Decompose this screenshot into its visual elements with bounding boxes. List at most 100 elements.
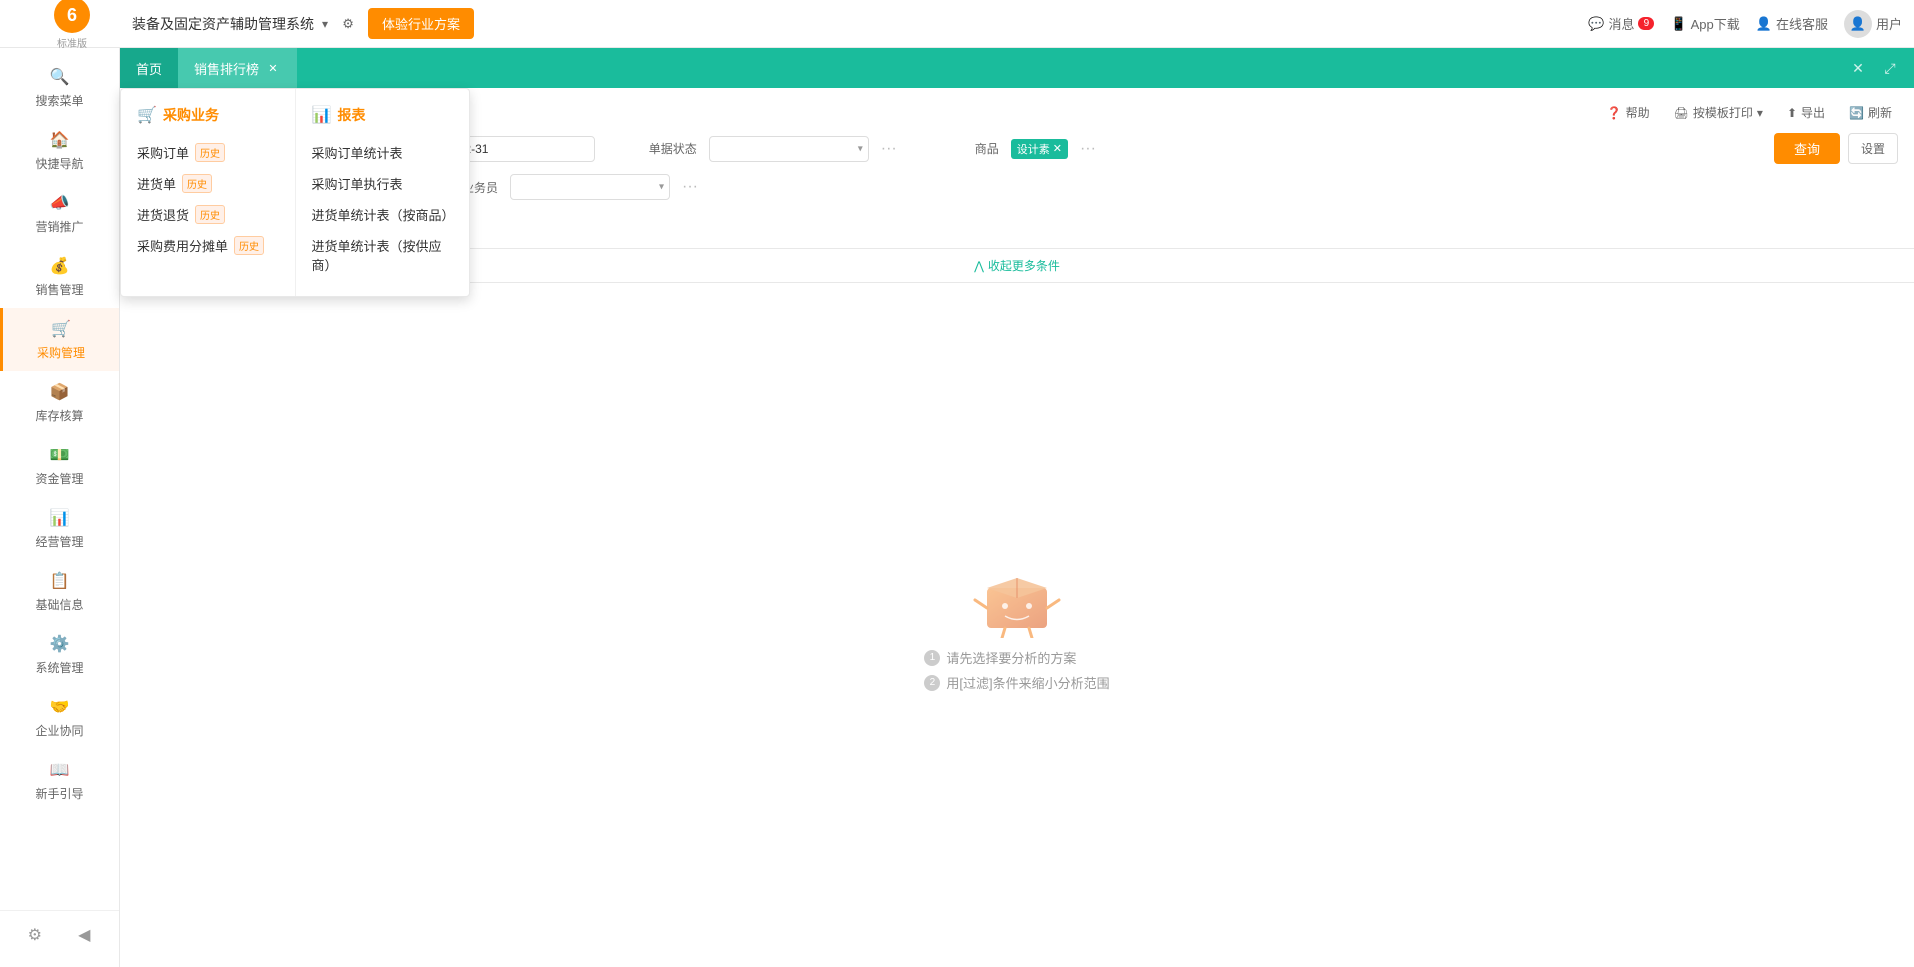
tab-home[interactable]: 首页 — [120, 48, 178, 88]
document-status-dots[interactable]: ··· — [881, 140, 897, 158]
stock-in-label: 进货单 — [137, 174, 176, 193]
empty-hint-2-text: 用[过滤]条件来缩小分析范围 — [946, 673, 1109, 692]
enterprise-icon: 🤝 — [49, 696, 71, 718]
gear-icon[interactable]: ⚙ — [336, 12, 360, 36]
sidebar-item-guide[interactable]: 📖 新手引导 — [0, 749, 119, 812]
system-icon: ⚙️ — [49, 633, 71, 655]
message-icon: 💬 — [1588, 16, 1604, 32]
purchase-order-stats-label: 采购订单统计表 — [312, 143, 403, 162]
messages-btn[interactable]: 💬 消息 9 — [1588, 14, 1654, 33]
online-service-label: 在线客服 — [1776, 14, 1828, 33]
sidebar-item-sales[interactable]: 💰 销售管理 — [0, 245, 119, 308]
goods-tag[interactable]: 设计素 ✕ — [1011, 139, 1068, 159]
history-badge-3: 历史 — [234, 236, 264, 255]
messages-label: 消息 — [1608, 14, 1634, 33]
dropdown-item-purchase-order-exec[interactable]: 采购订单执行表 — [312, 168, 454, 199]
history-badge-0: 历史 — [195, 143, 225, 162]
dropdown-item-purchase-order[interactable]: 采购订单 历史 — [137, 137, 279, 168]
purchase-order-label: 采购订单 — [137, 143, 189, 162]
purchase-header-label: 采购业务 — [163, 105, 219, 125]
collapse-btn[interactable]: ⋀ 收起更多条件 — [974, 257, 1060, 274]
phone-icon: 📱 — [1670, 16, 1686, 32]
logo: 6 标准版 — [12, 0, 132, 50]
sidebar-item-label: 营销推广 — [35, 218, 83, 235]
stock-return-label: 进货退货 — [137, 205, 189, 224]
tab-maximize-btn[interactable]: ⤢ — [1878, 56, 1902, 80]
sidebar-settings-btn[interactable]: ⚙ — [21, 921, 49, 949]
sidebar-item-quick-nav[interactable]: 🏠 快捷导航 — [0, 119, 119, 182]
history-badge-2: 历史 — [195, 205, 225, 224]
sidebar-item-search[interactable]: 🔍 搜索菜单 — [0, 56, 119, 119]
empty-hint: 1 请先选择要分析的方案 2 用[过滤]条件来缩小分析范围 — [924, 648, 1109, 692]
document-status-select[interactable] — [709, 136, 869, 162]
refresh-btn[interactable]: 🔄 刷新 — [1843, 100, 1898, 125]
salesman-dots[interactable]: ··· — [682, 178, 698, 196]
basic-info-icon: 📋 — [49, 570, 71, 592]
sidebar-item-enterprise[interactable]: 🤝 企业协同 — [0, 686, 119, 749]
dropdown-menu: 🛒 采购业务 采购订单 历史 进货单 历史 进货退货 历史 采购费用分摊单 历史… — [120, 88, 470, 297]
salesman-wrap — [510, 174, 670, 200]
dropdown-item-purchase-expense[interactable]: 采购费用分摊单 历史 — [137, 230, 279, 261]
logo-icon: 6 — [54, 0, 90, 33]
home-icon: 🏠 — [49, 129, 71, 151]
action-btns: 查询 设置 — [1774, 133, 1898, 164]
sidebar-item-label: 资金管理 — [35, 470, 83, 487]
sidebar-item-marketing[interactable]: 📣 营销推广 — [0, 182, 119, 245]
goods-dots[interactable]: ··· — [1080, 140, 1096, 158]
empty-hint-2: 2 用[过滤]条件来缩小分析范围 — [924, 673, 1109, 692]
sidebar-item-finance[interactable]: 💵 资金管理 — [0, 434, 119, 497]
tab-close-all-btn[interactable]: ✕ — [1846, 56, 1870, 80]
user-btn[interactable]: 👤 用户 — [1844, 10, 1902, 38]
goods-tag-label: 设计素 — [1017, 141, 1050, 157]
dropdown-item-stockin-stats-supplier[interactable]: 进货单统计表（按供应商） — [312, 230, 454, 280]
tab-sales-ranking[interactable]: 销售排行榜 ✕ — [178, 48, 297, 88]
tab-sales-ranking-label: 销售排行榜 — [194, 59, 259, 78]
sidebar-item-label: 采购管理 — [37, 344, 85, 361]
system-dropdown-btn[interactable]: ▾ — [322, 17, 328, 31]
goods-tag-close-icon[interactable]: ✕ — [1053, 142, 1062, 155]
print-btn[interactable]: 🖨 按模板打印 ▾ — [1668, 100, 1769, 125]
salesman-select[interactable] — [510, 174, 670, 200]
dropdown-report-col: 📊 报表 采购订单统计表 采购订单执行表 进货单统计表（按商品） 进货单统计表（… — [296, 89, 470, 296]
online-service-btn[interactable]: 👤 在线客服 — [1756, 14, 1828, 33]
tab-bar: 首页 销售排行榜 ✕ ✕ ⤢ — [120, 48, 1914, 88]
dropdown-item-stockin-stats-goods[interactable]: 进货单统计表（按商品） — [312, 199, 454, 230]
refresh-label: 刷新 — [1868, 104, 1892, 121]
app-header: 6 标准版 装备及固定资产辅助管理系统 ▾ ⚙ 体验行业方案 💬 消息 9 📱 … — [0, 0, 1914, 48]
help-btn[interactable]: ❓ 帮助 — [1601, 100, 1656, 125]
sidebar-item-inventory[interactable]: 📦 库存核算 — [0, 371, 119, 434]
sidebar-item-basic-info[interactable]: 📋 基础信息 — [0, 560, 119, 623]
stockin-stats-supplier-label: 进货单统计表（按供应商） — [312, 236, 454, 274]
tab-home-label: 首页 — [136, 59, 162, 78]
sidebar-item-purchase[interactable]: 🛒 采购管理 — [0, 308, 119, 371]
dropdown-item-stock-return[interactable]: 进货退货 历史 — [137, 199, 279, 230]
export-label: 导出 — [1801, 104, 1825, 121]
document-status-wrap — [709, 136, 869, 162]
sidebar-item-label: 企业协同 — [35, 722, 83, 739]
purchase-expense-label: 采购费用分摊单 — [137, 236, 228, 255]
system-title: 装备及固定资产辅助管理系统 — [132, 14, 314, 34]
search-icon: 🔍 — [49, 66, 71, 88]
tab-close-icon[interactable]: ✕ — [265, 60, 281, 76]
industry-btn[interactable]: 体验行业方案 — [368, 8, 474, 39]
help-icon: ❓ — [1607, 106, 1622, 120]
sidebar: 🔍 搜索菜单 🏠 快捷导航 📣 营销推广 💰 销售管理 🛒 采购管理 📦 库存核… — [0, 48, 120, 967]
dropdown-report-header: 📊 报表 — [312, 105, 454, 125]
sidebar-item-operations[interactable]: 📊 经营管理 — [0, 497, 119, 560]
service-icon: 👤 — [1756, 16, 1772, 32]
guide-icon: 📖 — [49, 759, 71, 781]
inventory-icon: 📦 — [49, 381, 71, 403]
sidebar-collapse-btn[interactable]: ◀ — [70, 921, 98, 949]
export-btn[interactable]: ⬆ 导出 — [1781, 100, 1831, 125]
help-label: 帮助 — [1626, 104, 1650, 121]
dropdown-item-purchase-order-stats[interactable]: 采购订单统计表 — [312, 137, 454, 168]
app-download-btn[interactable]: 📱 App下载 — [1670, 14, 1739, 33]
dropdown-item-stock-in[interactable]: 进货单 历史 — [137, 168, 279, 199]
query-btn[interactable]: 查询 — [1774, 133, 1840, 164]
sidebar-item-system[interactable]: ⚙️ 系统管理 — [0, 623, 119, 686]
sales-icon: 💰 — [49, 255, 71, 277]
header-right: 💬 消息 9 📱 App下载 👤 在线客服 👤 用户 — [1588, 10, 1902, 38]
empty-illustration — [967, 558, 1067, 638]
user-label: 用户 — [1876, 14, 1902, 33]
settings-btn[interactable]: 设置 — [1848, 133, 1898, 164]
